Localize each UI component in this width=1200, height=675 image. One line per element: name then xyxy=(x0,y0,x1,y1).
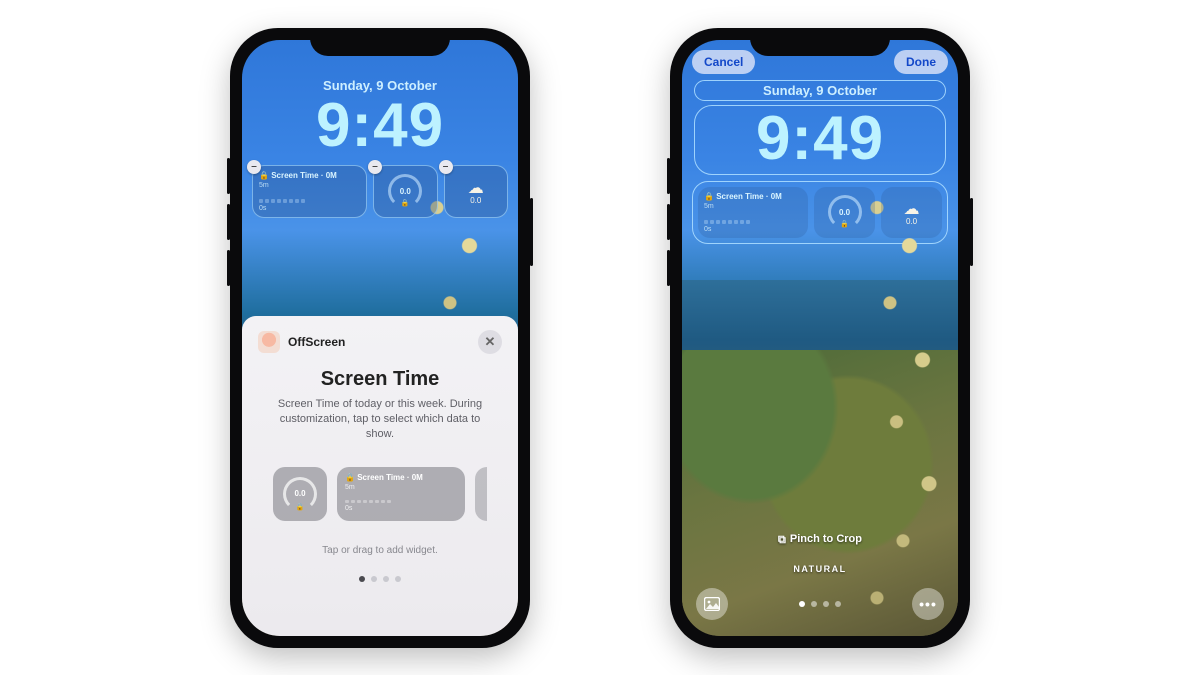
sheet-hint: Tap or drag to add widget. xyxy=(258,545,502,556)
time-edit-region[interactable]: 9:49 xyxy=(694,105,946,175)
cloud-icon: ☁︎ xyxy=(904,199,920,219)
gauge-icon: 0.0 🔒 xyxy=(828,195,862,229)
weather-value: 0.0 xyxy=(906,217,917,226)
widget-option-peek[interactable] xyxy=(475,467,487,521)
crop-icon: ⧉ xyxy=(778,534,786,547)
gauge-icon: 0.0 🔒 xyxy=(283,477,317,511)
lock-screen-header: Sunday, 9 October 9:49 xyxy=(242,40,518,157)
widget-option-large[interactable]: 🔒 Screen Time · 0M 5m 0s xyxy=(337,467,465,521)
page-dot[interactable] xyxy=(823,601,829,607)
axis-top: 5m xyxy=(704,203,802,210)
bar-chart xyxy=(704,212,802,224)
gauge-widget[interactable]: 0.0 🔒 xyxy=(814,187,875,238)
widget-option-small[interactable]: 0.0 🔒 xyxy=(273,467,327,521)
screen-time-widget[interactable]: 🔒 Screen Time · 0M 5m 0s xyxy=(698,187,808,238)
phone-right-edit-mode: Cancel Done Sunday, 9 October 9:49 🔒 Scr… xyxy=(670,28,970,648)
gauge-value: 0.0 xyxy=(400,187,411,196)
page-dot[interactable] xyxy=(395,576,401,582)
sheet-header: OffScreen ✕ xyxy=(258,330,502,354)
lock-screen-right: Cancel Done Sunday, 9 October 9:49 🔒 Scr… xyxy=(682,40,958,636)
notch xyxy=(750,28,890,56)
axis-top: 5m xyxy=(259,182,360,189)
widget-size-carousel[interactable]: 0.0 🔒 🔒 Screen Time · 0M 5m 0s xyxy=(258,467,502,521)
lock-screen-time: 9:49 xyxy=(703,108,937,170)
lock-screen-time[interactable]: 9:49 xyxy=(242,95,518,157)
screen-time-widget[interactable]: – 🔒 Screen Time · 0M 5m 0s xyxy=(252,165,367,218)
photo-picker-button[interactable] xyxy=(696,588,728,620)
lock-icon: 🔒 xyxy=(296,503,305,511)
pinch-to-crop-hint: ⧉ Pinch to Crop xyxy=(682,533,958,546)
page-dot[interactable] xyxy=(811,601,817,607)
edit-bottom-bar: ••• xyxy=(696,588,944,620)
screen-time-widget-title: Screen Time · 0M xyxy=(716,192,782,201)
remove-widget-button[interactable]: – xyxy=(368,160,382,174)
sheet-description: Screen Time of today or this week. Durin… xyxy=(276,397,484,443)
gauge-value: 0.0 xyxy=(839,208,850,217)
lock-icon: 🔒 xyxy=(840,220,849,228)
done-button[interactable]: Done xyxy=(894,50,948,74)
widget-option-title: Screen Time · 0M xyxy=(357,473,423,482)
axis-bottom: 0s xyxy=(704,226,802,233)
more-options-button[interactable]: ••• xyxy=(912,588,944,620)
page-dot[interactable] xyxy=(835,601,841,607)
sheet-app-name: OffScreen xyxy=(288,335,470,349)
page-dot[interactable] xyxy=(799,601,805,607)
lock-screen-left: Sunday, 9 October 9:49 – 🔒 Screen Time ·… xyxy=(242,40,518,636)
cancel-button[interactable]: Cancel xyxy=(692,50,755,74)
date-edit-region[interactable]: Sunday, 9 October xyxy=(694,80,946,101)
photo-icon xyxy=(704,597,720,611)
sheet-title: Screen Time xyxy=(258,368,502,391)
axis-bottom: 0s xyxy=(259,205,360,212)
ellipsis-icon: ••• xyxy=(919,596,937,612)
lock-icon: 🔒 xyxy=(401,199,410,207)
gauge-icon: 0.0 🔒 xyxy=(388,174,422,208)
screen-time-widget-title: Screen Time · 0M xyxy=(271,171,337,180)
page-dot[interactable] xyxy=(371,576,377,582)
remove-widget-button[interactable]: – xyxy=(439,160,453,174)
page-indicator[interactable] xyxy=(258,576,502,582)
bar-chart xyxy=(259,191,360,203)
close-sheet-button[interactable]: ✕ xyxy=(478,330,502,354)
axis-top: 5m xyxy=(345,484,457,491)
widget-config-sheet: OffScreen ✕ Screen Time Screen Time of t… xyxy=(242,316,518,636)
bar-chart xyxy=(345,493,457,503)
filter-page-indicator[interactable] xyxy=(799,601,841,607)
page-dot[interactable] xyxy=(383,576,389,582)
phone-left-widget-picker: Sunday, 9 October 9:49 – 🔒 Screen Time ·… xyxy=(230,28,530,648)
gauge-value: 0.0 xyxy=(294,489,305,498)
lock-screen-date: Sunday, 9 October xyxy=(705,83,935,98)
filter-name-label[interactable]: NATURAL xyxy=(682,564,958,574)
crop-hint-label: Pinch to Crop xyxy=(790,533,862,545)
weather-widget[interactable]: ☁︎ 0.0 xyxy=(881,187,942,238)
weather-widget[interactable]: – ☁︎ 0.0 xyxy=(444,165,509,218)
remove-widget-button[interactable]: – xyxy=(247,160,261,174)
widgets-edit-region[interactable]: 🔒 Screen Time · 0M 5m 0s 0.0 🔒 ☁︎ 0.0 xyxy=(692,181,948,244)
notch xyxy=(310,28,450,56)
offscreen-app-icon xyxy=(258,331,280,353)
axis-bottom: 0s xyxy=(345,505,457,512)
page-dot[interactable] xyxy=(359,576,365,582)
cloud-icon: ☁︎ xyxy=(468,178,484,198)
gauge-widget[interactable]: – 0.0 🔒 xyxy=(373,165,438,218)
weather-value: 0.0 xyxy=(470,196,481,205)
widget-row: – 🔒 Screen Time · 0M 5m 0s – 0.0 🔒 – ☁︎ … xyxy=(252,165,508,218)
